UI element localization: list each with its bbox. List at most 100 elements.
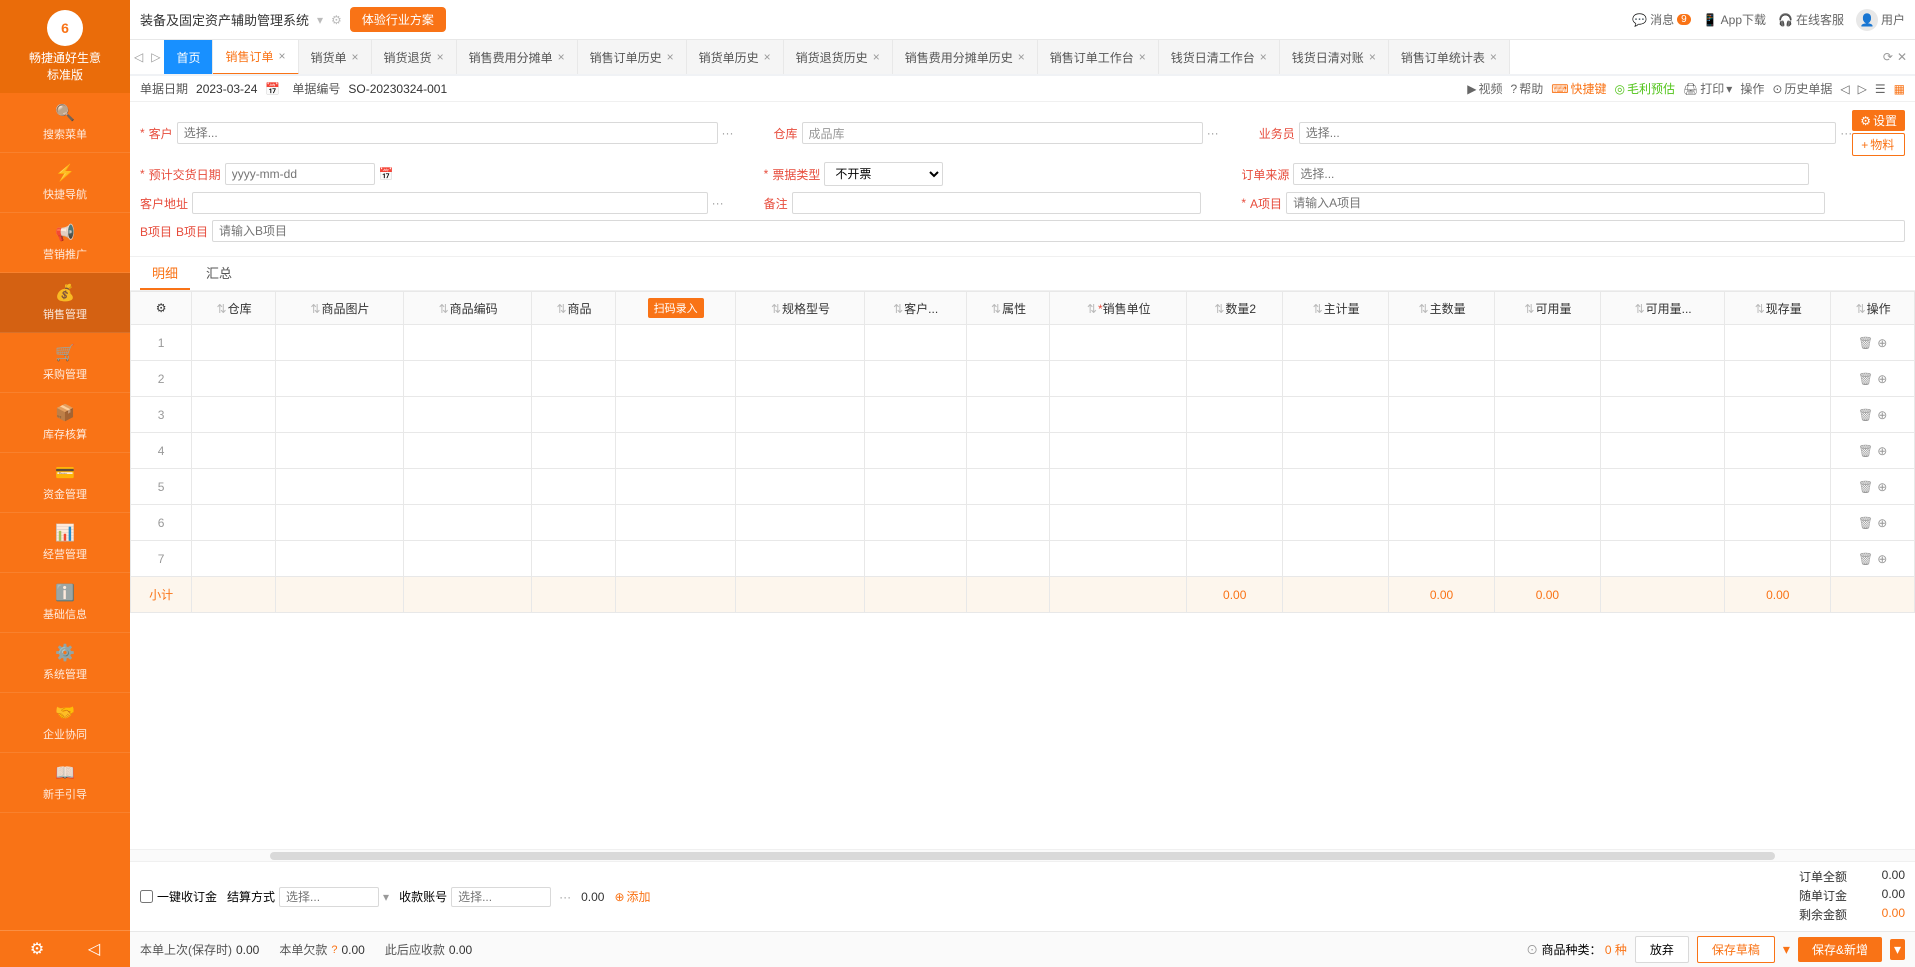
sidebar-collapse-icon[interactable]: ◁ xyxy=(88,939,100,959)
toolbar-grid-icon[interactable]: ▦ xyxy=(1894,82,1905,96)
toolbar-list-icon[interactable]: ☰ xyxy=(1875,82,1886,96)
salesperson-dots[interactable]: ··· xyxy=(1840,126,1852,140)
tab-close-8[interactable]: × xyxy=(1018,50,1025,64)
tab-12[interactable]: 销售订单统计表× xyxy=(1389,40,1510,75)
sidebar-item-系统管理[interactable]: ⚙️系统管理 xyxy=(0,633,130,693)
sidebar-item-基础信息[interactable]: ℹ️基础信息 xyxy=(0,573,130,633)
discard-button[interactable]: 放弃 xyxy=(1635,936,1689,963)
delete-icon-3[interactable]: 🗑 xyxy=(1858,408,1873,422)
customer-dots[interactable]: ··· xyxy=(722,126,734,140)
copy-icon-4[interactable]: ⊕ xyxy=(1877,444,1887,458)
warehouse-dots[interactable]: ··· xyxy=(1207,126,1219,140)
copy-icon-7[interactable]: ⊕ xyxy=(1877,552,1887,566)
sidebar-item-经营管理[interactable]: 📊经营管理 xyxy=(0,513,130,573)
tab-close-all-icon[interactable]: ✕ xyxy=(1897,50,1907,64)
sidebar-item-销售管理[interactable]: 💰销售管理 xyxy=(0,273,130,333)
invoice-select[interactable]: 不开票 增值税专用发票 增值税普通发票 xyxy=(824,162,943,186)
history-btn[interactable]: ⊙ 历史单据 xyxy=(1772,80,1832,97)
system-dropdown-icon[interactable]: ▾ xyxy=(317,13,323,27)
shortcut-btn[interactable]: ⌨ 快捷键 xyxy=(1551,80,1606,97)
customer-input[interactable] xyxy=(177,122,718,144)
calendar-icon[interactable]: 📅 xyxy=(265,82,280,96)
sidebar-item-搜索菜单[interactable]: 🔍搜索菜单 xyxy=(0,93,130,153)
solution-button[interactable]: 体验行业方案 xyxy=(350,7,446,32)
copy-icon-2[interactable]: ⊕ xyxy=(1877,372,1887,386)
tab-6[interactable]: 销货单历史× xyxy=(687,40,784,75)
tab-close-7[interactable]: × xyxy=(873,50,880,64)
material-btn[interactable]: + 物料 xyxy=(1852,133,1905,156)
op-btn[interactable]: 操作 xyxy=(1740,80,1764,97)
tab-close-6[interactable]: × xyxy=(764,50,771,64)
sidebar-item-企业协同[interactable]: 🤝企业协同 xyxy=(0,693,130,753)
one-click-checkbox[interactable]: 一键收订金 xyxy=(140,888,217,905)
tab-3[interactable]: 销货退货× xyxy=(372,40,457,75)
b-project-input[interactable] xyxy=(212,220,1905,242)
settings-btn[interactable]: ⚙ 设置 xyxy=(1852,110,1905,131)
sidebar-settings-icon[interactable]: ⚙ xyxy=(30,939,44,959)
one-click-input[interactable] xyxy=(140,890,153,903)
tab-close-11[interactable]: × xyxy=(1369,50,1376,64)
profit-btn[interactable]: ◎ 毛利预估 xyxy=(1615,80,1676,97)
delivery-calendar-icon[interactable]: 📅 xyxy=(379,167,394,181)
tab-11[interactable]: 钱货日清对账× xyxy=(1280,40,1389,75)
message-icon-item[interactable]: 💬 消息 9 xyxy=(1632,11,1691,28)
address-input[interactable] xyxy=(192,192,708,214)
tab-close-12[interactable]: × xyxy=(1490,50,1497,64)
scroll-bar[interactable] xyxy=(270,852,1775,860)
toolbar-next-icon[interactable]: ▷ xyxy=(1858,82,1867,96)
save-new-dropdown-icon[interactable]: ▾ xyxy=(1890,939,1905,960)
tab-5[interactable]: 销售订单历史× xyxy=(578,40,687,75)
debt-help-icon[interactable]: ? xyxy=(331,944,337,956)
print-btn[interactable]: 🖨 打印 ▾ xyxy=(1683,80,1732,97)
tab-1[interactable]: 销售订单× xyxy=(213,40,298,75)
sidebar-item-库存核算[interactable]: 📦库存核算 xyxy=(0,393,130,453)
order-source-input[interactable] xyxy=(1293,163,1809,185)
tab-2[interactable]: 销货单× xyxy=(299,40,372,75)
salesperson-input[interactable] xyxy=(1299,122,1837,144)
tab-close-5[interactable]: × xyxy=(667,50,674,64)
sidebar-item-资金管理[interactable]: 💳资金管理 xyxy=(0,453,130,513)
copy-icon-1[interactable]: ⊕ xyxy=(1877,336,1887,350)
tab-10[interactable]: 钱货日清工作台× xyxy=(1159,40,1280,75)
tab-close-10[interactable]: × xyxy=(1260,50,1267,64)
sidebar-item-快捷导航[interactable]: ⚡快捷导航 xyxy=(0,153,130,213)
online-service-item[interactable]: 🎧 在线客服 xyxy=(1778,11,1844,28)
content-tab-明细[interactable]: 明细 xyxy=(140,257,190,290)
tab-0[interactable]: 首页 xyxy=(164,40,213,75)
tab-close-1[interactable]: × xyxy=(279,49,286,63)
save-draft-button[interactable]: 保存草稿 xyxy=(1697,936,1775,963)
tab-9[interactable]: 销售订单工作台× xyxy=(1038,40,1159,75)
delete-icon-5[interactable]: 🗑 xyxy=(1858,480,1873,494)
sidebar-item-新手引导[interactable]: 📖新手引导 xyxy=(0,753,130,813)
tab-4[interactable]: 销售费用分摊单× xyxy=(457,40,578,75)
tab-7[interactable]: 销货退货历史× xyxy=(784,40,893,75)
tab-nav-next[interactable]: ▷ xyxy=(147,50,164,64)
remark-input[interactable] xyxy=(792,192,1202,214)
sidebar-item-营销推广[interactable]: 📢营销推广 xyxy=(0,213,130,273)
sidebar-item-采购管理[interactable]: 🛒采购管理 xyxy=(0,333,130,393)
delete-icon-1[interactable]: 🗑 xyxy=(1858,336,1873,350)
payment-dropdown-icon[interactable]: ▾ xyxy=(383,890,389,904)
tab-refresh-icon[interactable]: ⟳ xyxy=(1883,50,1893,64)
help-btn[interactable]: ? 帮助 xyxy=(1511,80,1544,97)
add-button[interactable]: ⊕ 添加 xyxy=(614,888,650,905)
app-download-item[interactable]: 📱 App下载 xyxy=(1703,11,1766,28)
tab-close-3[interactable]: × xyxy=(437,50,444,64)
tab-nav-prev[interactable]: ◁ xyxy=(130,50,147,64)
save-new-button[interactable]: 保存&新增 xyxy=(1798,937,1882,962)
delete-icon-2[interactable]: 🗑 xyxy=(1858,372,1873,386)
copy-icon-5[interactable]: ⊕ xyxy=(1877,480,1887,494)
account-input[interactable] xyxy=(451,887,551,907)
delivery-input[interactable] xyxy=(225,163,375,185)
delete-icon-4[interactable]: 🗑 xyxy=(1858,444,1873,458)
a-project-input[interactable] xyxy=(1286,192,1825,214)
delete-icon-7[interactable]: 🗑 xyxy=(1858,552,1873,566)
tab-close-9[interactable]: × xyxy=(1139,50,1146,64)
tab-close-2[interactable]: × xyxy=(352,50,359,64)
address-dots[interactable]: ··· xyxy=(712,196,724,210)
tab-close-4[interactable]: × xyxy=(558,50,565,64)
tab-8[interactable]: 销售费用分摊单历史× xyxy=(893,40,1038,75)
content-tab-汇总[interactable]: 汇总 xyxy=(194,257,244,290)
payment-method-input[interactable] xyxy=(279,887,379,907)
copy-icon-3[interactable]: ⊕ xyxy=(1877,408,1887,422)
